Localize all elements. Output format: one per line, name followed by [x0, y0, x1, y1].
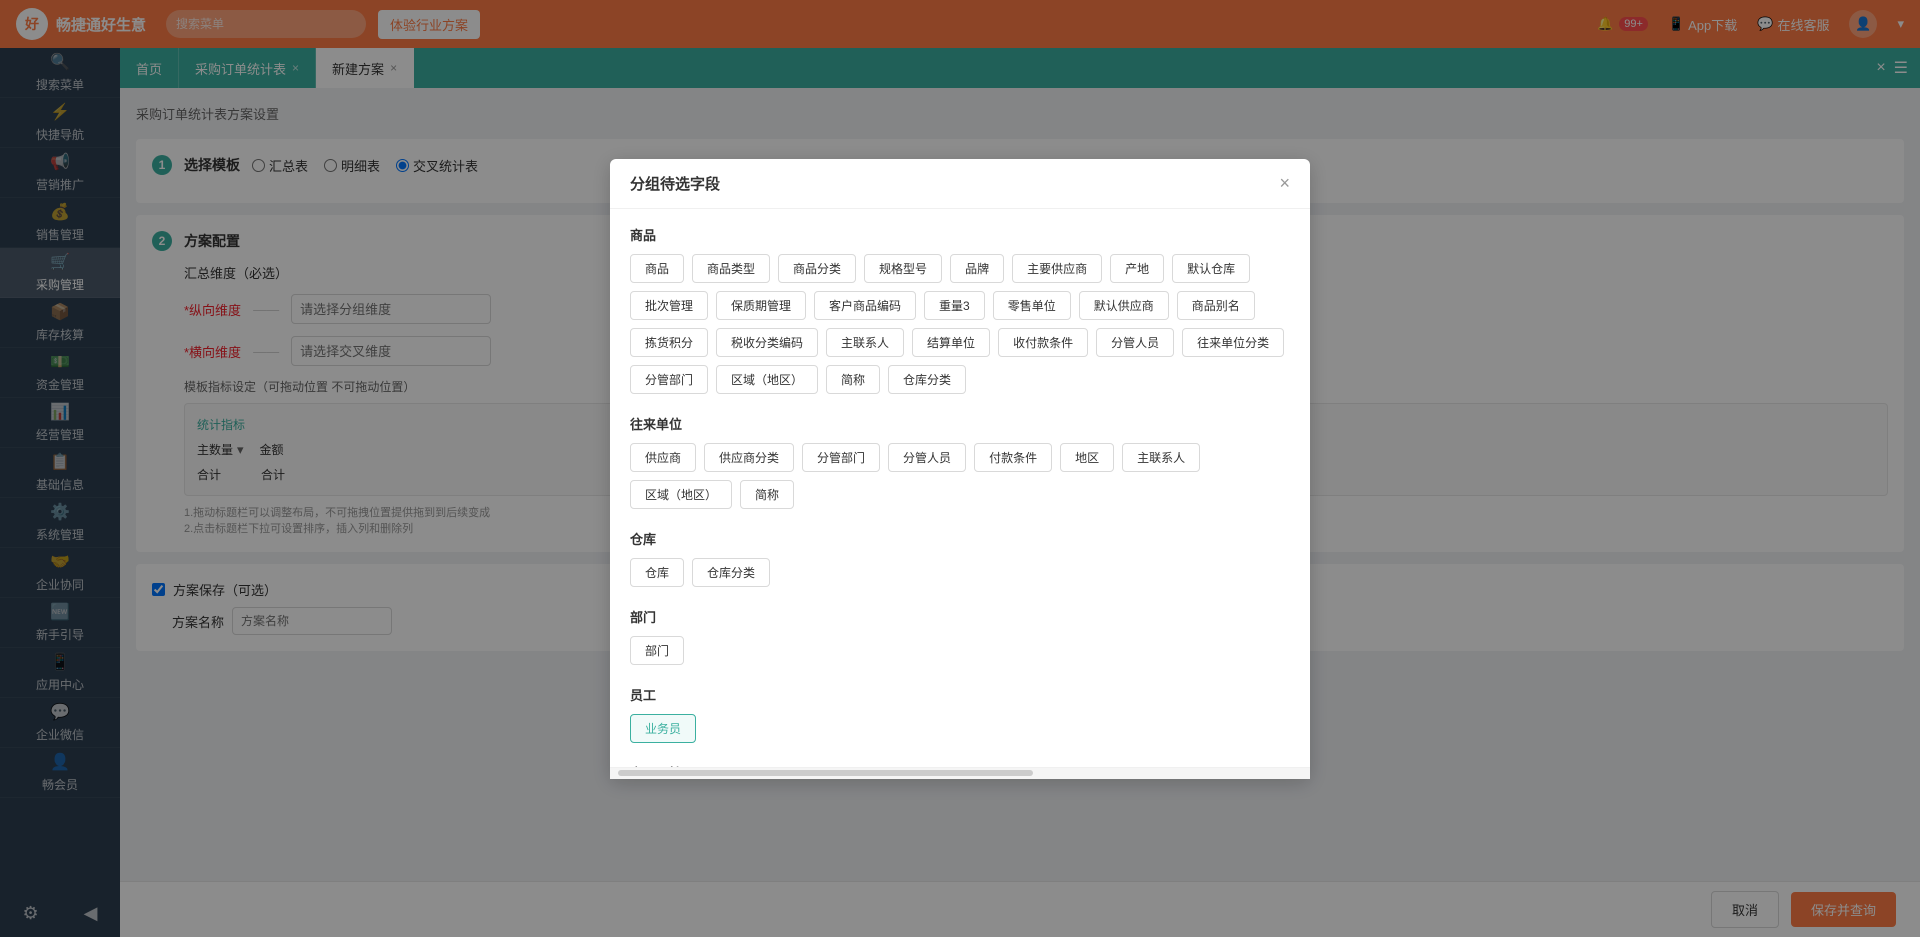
- modal-overlay[interactable]: 分组待选字段 × 商品商品商品类型商品分类规格型号品牌主要供应商产地默认仓库批次…: [0, 0, 1920, 937]
- field-tag-pay_terms[interactable]: 付款条件: [974, 443, 1052, 472]
- field-tag-warehouse[interactable]: 仓库: [630, 558, 684, 587]
- field-tag-managing_dept[interactable]: 分管部门: [630, 365, 708, 394]
- field-tag-product[interactable]: 商品: [630, 254, 684, 283]
- field-tag-expiry_mgmt[interactable]: 保质期管理: [716, 291, 806, 320]
- field-tag-weight3[interactable]: 重量3: [924, 291, 985, 320]
- modal: 分组待选字段 × 商品商品商品类型商品分类规格型号品牌主要供应商产地默认仓库批次…: [610, 159, 1310, 779]
- field-tag-from_unit_category[interactable]: 往来单位分类: [1182, 328, 1284, 357]
- field-tag-region[interactable]: 地区: [1060, 443, 1114, 472]
- field-tag-supplier[interactable]: 供应商: [630, 443, 696, 472]
- field-tag-dept[interactable]: 分管部门: [802, 443, 880, 472]
- field-section-title-department: 部门: [630, 607, 1290, 626]
- field-section-product: 商品商品商品类型商品分类规格型号品牌主要供应商产地默认仓库批次管理保质期管理客户…: [630, 225, 1290, 394]
- field-tag-salesperson[interactable]: 业务员: [630, 714, 696, 743]
- modal-close-icon[interactable]: ×: [1279, 174, 1290, 192]
- field-section-department: 部门部门: [630, 607, 1290, 665]
- modal-title: 分组待选字段: [630, 173, 720, 194]
- field-section-title-warehouse: 仓库: [630, 529, 1290, 548]
- field-tag-department[interactable]: 部门: [630, 636, 684, 665]
- field-tag-default_supplier[interactable]: 默认供应商: [1079, 291, 1169, 320]
- field-tag-alias[interactable]: 商品别名: [1177, 291, 1255, 320]
- field-tag-main_supplier[interactable]: 主要供应商: [1012, 254, 1102, 283]
- field-tag-short_name[interactable]: 简称: [826, 365, 880, 394]
- modal-header: 分组待选字段 ×: [610, 159, 1310, 209]
- field-tag-default_warehouse[interactable]: 默认仓库: [1172, 254, 1250, 283]
- field-tag-contact[interactable]: 主联系人: [1122, 443, 1200, 472]
- field-tag-warehouse_category[interactable]: 仓库分类: [888, 365, 966, 394]
- field-tags-department: 部门: [630, 636, 1290, 665]
- field-tags-employee: 业务员: [630, 714, 1290, 743]
- field-tag-product_type[interactable]: 商品类型: [692, 254, 770, 283]
- modal-scroll-bottom: [610, 767, 1310, 779]
- field-tag-supplier_category[interactable]: 供应商分类: [704, 443, 794, 472]
- field-tag-tax_code[interactable]: 税收分类编码: [716, 328, 818, 357]
- field-tag-area[interactable]: 区域（地区）: [630, 480, 732, 509]
- field-tag-customer_code[interactable]: 客户商品编码: [814, 291, 916, 320]
- horizontal-scrollbar-thumb[interactable]: [618, 770, 1033, 776]
- field-section-partner: 往来单位供应商供应商分类分管部门分管人员付款条件地区主联系人区域（地区） 简称: [630, 414, 1290, 509]
- field-tag-manager[interactable]: 分管人员: [1096, 328, 1174, 357]
- field-tag-spec_type[interactable]: 规格型号: [864, 254, 942, 283]
- field-tag-abbr[interactable]: 简称: [740, 480, 794, 509]
- field-tag-retail_unit[interactable]: 零售单位: [993, 291, 1071, 320]
- field-tag-warehouse_cat[interactable]: 仓库分类: [692, 558, 770, 587]
- field-tag-brand[interactable]: 品牌: [950, 254, 1004, 283]
- field-tag-main_contact[interactable]: 主联系人: [826, 328, 904, 357]
- field-tag-region_area[interactable]: 区域（地区）: [716, 365, 818, 394]
- field-tag-batch_mgmt[interactable]: 批次管理: [630, 291, 708, 320]
- field-tag-pickup_points[interactable]: 拣货积分: [630, 328, 708, 357]
- field-tags-partner: 供应商供应商分类分管部门分管人员付款条件地区主联系人区域（地区） 简称: [630, 443, 1290, 509]
- field-section-warehouse: 仓库仓库仓库分类: [630, 529, 1290, 587]
- modal-body: 商品商品商品类型商品分类规格型号品牌主要供应商产地默认仓库批次管理保质期管理客户…: [610, 209, 1310, 767]
- field-tag-staff[interactable]: 分管人员: [888, 443, 966, 472]
- field-tags-warehouse: 仓库仓库分类: [630, 558, 1290, 587]
- field-section-title-partner: 往来单位: [630, 414, 1290, 433]
- field-tag-settlement_unit[interactable]: 结算单位: [912, 328, 990, 357]
- field-tag-origin[interactable]: 产地: [1110, 254, 1164, 283]
- field-tag-payment_terms[interactable]: 收付款条件: [998, 328, 1088, 357]
- field-section-title-product: 商品: [630, 225, 1290, 244]
- field-tags-product: 商品商品类型商品分类规格型号品牌主要供应商产地默认仓库批次管理保质期管理客户商品…: [630, 254, 1290, 394]
- field-section-employee: 员工业务员: [630, 685, 1290, 743]
- field-section-title-employee: 员工: [630, 685, 1290, 704]
- field-tag-product_category[interactable]: 商品分类: [778, 254, 856, 283]
